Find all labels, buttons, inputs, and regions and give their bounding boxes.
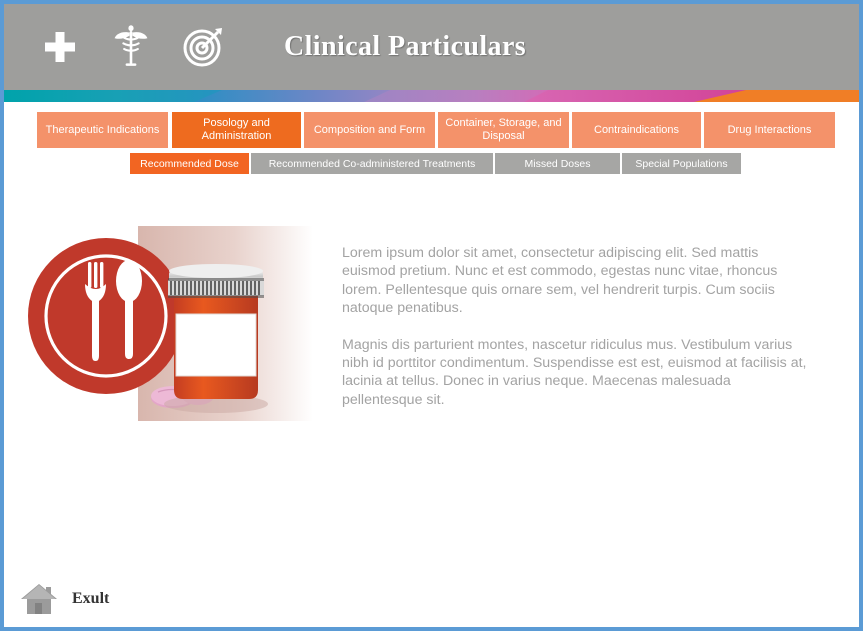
tab-composition-and-form[interactable]: Composition and Form xyxy=(304,112,435,148)
footer-brand-label: Exult xyxy=(72,590,110,607)
subtab-special-populations[interactable]: Special Populations xyxy=(622,153,742,174)
content-area: Lorem ipsum dolor sit amet, consectetur … xyxy=(4,184,859,579)
decorative-gradient-strip xyxy=(4,90,859,102)
subtab-recommended-co-administered-treatments[interactable]: Recommended Co-administered Treatments xyxy=(251,153,494,174)
body-copy: Lorem ipsum dolor sit amet, consectetur … xyxy=(342,244,812,409)
subtab-label: Missed Doses xyxy=(524,157,591,170)
target-icon xyxy=(183,28,222,67)
tab-posology-and-administration[interactable]: Posology and Administration xyxy=(172,112,301,148)
tab-therapeutic-indications[interactable]: Therapeutic Indications xyxy=(37,112,168,148)
tab-label: Container, Storage, and Disposal xyxy=(445,117,562,142)
tab-label: Contraindications xyxy=(594,123,679,136)
tab-drug-interactions[interactable]: Drug Interactions xyxy=(704,112,835,148)
page-footer: Exult xyxy=(4,571,859,627)
pill-bottle-and-meal-plate-illustration xyxy=(28,226,313,421)
slide-root: Clinical Particulars Therapeutic Indicat… xyxy=(0,0,863,631)
subtab-label: Recommended Co-administered Treatments xyxy=(268,157,476,170)
body-paragraph: Magnis dis parturient montes, nascetur r… xyxy=(342,336,807,408)
tab-label: Posology and Administration xyxy=(201,117,272,142)
tab-container-storage-and-disposal[interactable]: Container, Storage, and Disposal xyxy=(438,112,569,148)
body-paragraph: Lorem ipsum dolor sit amet, consectetur … xyxy=(342,245,778,317)
subtab-label: Recommended Dose xyxy=(140,157,239,170)
home-icon[interactable] xyxy=(20,582,58,616)
page-header: Clinical Particulars xyxy=(4,4,859,90)
caduceus-icon xyxy=(114,25,148,66)
tab-label: Drug Interactions xyxy=(727,123,812,136)
primary-tab-bar: Therapeutic Indications Posology and Admi… xyxy=(4,112,859,148)
secondary-tab-bar: Recommended Dose Recommended Co-administe… xyxy=(4,153,859,174)
medical-cross-icon xyxy=(45,32,75,62)
tab-label: Therapeutic Indications xyxy=(45,123,160,136)
subtab-label: Special Populations xyxy=(635,157,728,170)
header-icon-group xyxy=(40,24,224,70)
subtab-recommended-dose[interactable]: Recommended Dose xyxy=(130,153,250,174)
page-title: Clinical Particulars xyxy=(284,31,527,62)
subtab-missed-doses[interactable]: Missed Doses xyxy=(495,153,621,174)
tab-label: Composition and Form xyxy=(313,123,426,136)
tab-contraindications[interactable]: Contraindications xyxy=(572,112,701,148)
